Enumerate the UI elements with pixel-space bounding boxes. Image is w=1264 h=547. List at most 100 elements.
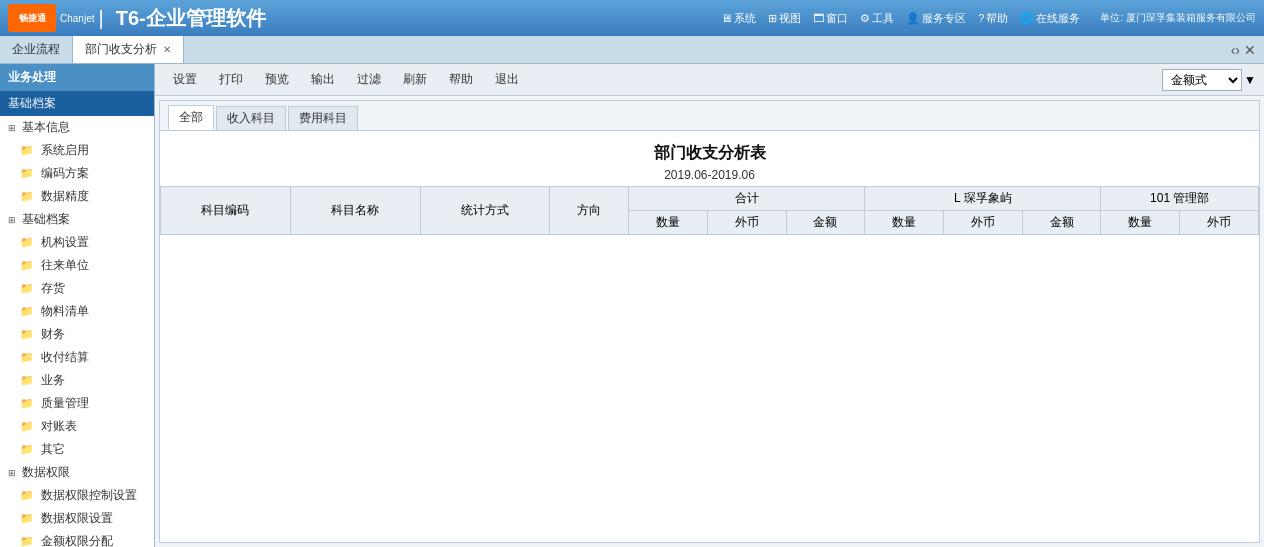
folder-icon-payment: 📁 — [20, 351, 34, 364]
sidebar-item-basic-files[interactable]: ⊞ 基础档案 — [0, 208, 154, 231]
nav-window-label: 窗口 — [826, 11, 848, 26]
format-select[interactable]: 金额式 数量式 — [1162, 69, 1242, 91]
report-tab-expense[interactable]: 费用科目 — [288, 106, 358, 130]
report-tab-income-label: 收入科目 — [227, 111, 275, 125]
tab-close-btn[interactable]: ✕ — [163, 44, 171, 55]
title-right-nav: 🖥 系统 ⊞ 视图 🗔 窗口 ⚙ 工具 👤 服务专区 ? 帮助 🌐 在线服务 单… — [721, 11, 1256, 26]
nav-system-label: 系统 — [734, 11, 756, 26]
nav-tools[interactable]: ⚙ 工具 — [860, 11, 894, 26]
nav-help[interactable]: ? 帮助 — [978, 11, 1008, 26]
expand-icon-data-rights: ⊞ — [8, 468, 16, 478]
sidebar-item-bom[interactable]: 📁 物料清单 — [0, 300, 154, 323]
sidebar-item-payment[interactable]: 📁 收付结算 — [0, 346, 154, 369]
sidebar-item-partners[interactable]: 📁 往来单位 — [0, 254, 154, 277]
content-area: 设置 打印 预览 输出 过滤 刷新 帮助 退出 金额式 数量式 ▼ 全部 — [155, 64, 1264, 547]
sub-col-dept1-qty: 数量 — [865, 211, 944, 235]
nav-close-all[interactable]: ✕ — [1244, 42, 1256, 58]
col-header-direction: 方向 — [550, 187, 629, 235]
sidebar-item-reconcile[interactable]: 📁 对账表 — [0, 415, 154, 438]
sub-col-dept2-qty: 数量 — [1101, 211, 1180, 235]
nav-window[interactable]: 🗔 窗口 — [813, 11, 848, 26]
report-tab-all[interactable]: 全部 — [168, 105, 214, 130]
sidebar-item-code-scheme[interactable]: 📁 编码方案 — [0, 162, 154, 185]
tab-enterprise-flow[interactable]: 企业流程 — [0, 36, 73, 63]
report-title: 部门收支分析表 — [160, 143, 1259, 164]
table-empty-row — [161, 235, 1259, 395]
toolbar-btn-print[interactable]: 打印 — [209, 68, 253, 91]
sidebar-item-amount-rights[interactable]: 📁 金额权限分配 — [0, 530, 154, 547]
window-icon: 🗔 — [813, 12, 824, 24]
logo-area: 畅捷通 Chanjet — [8, 4, 94, 32]
folder-icon-data-precision: 📁 — [20, 190, 34, 203]
sidebar-label-basic-files: 基础档案 — [22, 211, 70, 228]
sidebar-item-business[interactable]: 📁 业务 — [0, 369, 154, 392]
sidebar-label-org: 机构设置 — [41, 234, 89, 251]
toolbar-btn-preview[interactable]: 预览 — [255, 68, 299, 91]
sub-col-total-amount: 金额 — [786, 211, 865, 235]
sidebar-item-data-precision[interactable]: 📁 数据精度 — [0, 185, 154, 208]
col-header-account-name: 科目名称 — [290, 187, 420, 235]
expand-icon-basic-files: ⊞ — [8, 215, 16, 225]
sidebar-item-data-rights-set[interactable]: 📁 数据权限设置 — [0, 507, 154, 530]
sidebar-item-data-rights-ctrl[interactable]: 📁 数据权限控制设置 — [0, 484, 154, 507]
tab-dept-analysis[interactable]: 部门收支分析 ✕ — [73, 36, 184, 63]
sidebar-label-data-rights-set: 数据权限设置 — [41, 510, 113, 527]
nav-service[interactable]: 👤 服务专区 — [906, 11, 966, 26]
nav-right-arrow[interactable]: › — [1235, 42, 1240, 58]
sidebar-label-reconcile: 对账表 — [41, 418, 77, 435]
folder-icon-bom: 📁 — [20, 305, 34, 318]
person-icon: 👤 — [906, 12, 920, 25]
toolbar-btn-exit[interactable]: 退出 — [485, 68, 529, 91]
logo-subtext: Chanjet — [60, 13, 94, 24]
folder-icon-business: 📁 — [20, 374, 34, 387]
col-header-total: 合计 — [629, 187, 865, 211]
sub-col-dept1-foreign: 外币 — [943, 211, 1022, 235]
sidebar-item-data-rights[interactable]: ⊞ 数据权限 — [0, 461, 154, 484]
sidebar-item-sys-enable[interactable]: 📁 系统启用 — [0, 139, 154, 162]
folder-icon-finance: 📁 — [20, 328, 34, 341]
sidebar-item-other[interactable]: 📁 其它 — [0, 438, 154, 461]
sidebar-item-quality[interactable]: 📁 质量管理 — [0, 392, 154, 415]
app-title: T6-企业管理软件 — [116, 5, 266, 32]
folder-icon-reconcile: 📁 — [20, 420, 34, 433]
sidebar-item-org[interactable]: 📁 机构设置 — [0, 231, 154, 254]
nav-service-label: 服务专区 — [922, 11, 966, 26]
report-tabs: 全部 收入科目 费用科目 — [160, 101, 1259, 131]
sidebar-label-sys-enable: 系统启用 — [41, 142, 89, 159]
nav-help-label: 帮助 — [986, 11, 1008, 26]
report-tab-expense-label: 费用科目 — [299, 111, 347, 125]
nav-system[interactable]: 🖥 系统 — [721, 11, 756, 26]
report-area: 全部 收入科目 费用科目 部门收支分析表 2019.06-2019.06 科目编… — [159, 100, 1260, 543]
toolbar-btn-filter[interactable]: 过滤 — [347, 68, 391, 91]
dropdown-icon: ▼ — [1244, 73, 1256, 87]
tools-icon: ⚙ — [860, 12, 870, 25]
expand-icon-basic-info: ⊞ — [8, 123, 16, 133]
nav-view[interactable]: ⊞ 视图 — [768, 11, 801, 26]
sidebar-item-inventory[interactable]: 📁 存货 — [0, 277, 154, 300]
sidebar-item-finance[interactable]: 📁 财务 — [0, 323, 154, 346]
sidebar-item-basic-info[interactable]: ⊞ 基本信息 — [0, 116, 154, 139]
sidebar-label-other: 其它 — [41, 441, 65, 458]
data-table: 科目编码 科目名称 统计方式 方向 合计 L 琛孚象屿 101 管理部 数量 外… — [160, 186, 1259, 395]
tab-bar: 企业流程 部门收支分析 ✕ ‹ › ✕ — [0, 36, 1264, 64]
sidebar-label-data-precision: 数据精度 — [41, 188, 89, 205]
sidebar-label-data-rights: 数据权限 — [22, 464, 70, 481]
format-select-wrap: 金额式 数量式 ▼ — [1162, 69, 1256, 91]
toolbar-btn-output[interactable]: 输出 — [301, 68, 345, 91]
sidebar-label-bom: 物料清单 — [41, 303, 89, 320]
toolbar-btn-help[interactable]: 帮助 — [439, 68, 483, 91]
sidebar-label-inventory: 存货 — [41, 280, 65, 297]
nav-online[interactable]: 🌐 在线服务 — [1020, 11, 1080, 26]
folder-icon-quality: 📁 — [20, 397, 34, 410]
col-header-dept2: 101 管理部 — [1101, 187, 1259, 211]
toolbar-btn-refresh[interactable]: 刷新 — [393, 68, 437, 91]
folder-icon-partners: 📁 — [20, 259, 34, 272]
toolbar-btn-settings[interactable]: 设置 — [163, 68, 207, 91]
sidebar-label-basic-info: 基本信息 — [22, 119, 70, 136]
logo-text-cn: 畅捷通 — [19, 12, 46, 25]
folder-icon-code-scheme: 📁 — [20, 167, 34, 180]
sub-col-dept1-amount: 金额 — [1022, 211, 1101, 235]
sidebar-label-finance: 财务 — [41, 326, 65, 343]
folder-icon-amount-rights: 📁 — [20, 535, 34, 547]
report-tab-income[interactable]: 收入科目 — [216, 106, 286, 130]
